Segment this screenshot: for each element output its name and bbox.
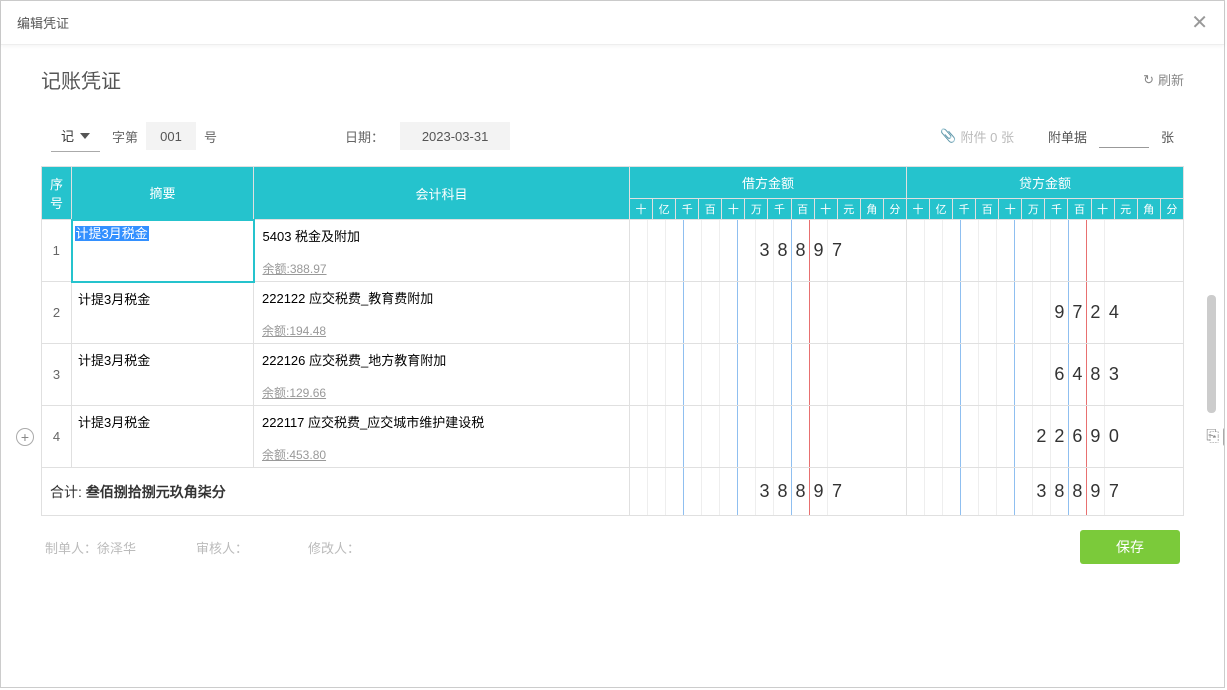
subject-cell[interactable]: 5403 税金及附加余额:388.97 xyxy=(254,220,630,282)
row-seq: 4+ xyxy=(42,406,72,468)
th-unit: 百 xyxy=(699,199,722,220)
dialog-title: 编辑凭证 xyxy=(17,13,69,32)
th-unit: 万 xyxy=(745,199,768,220)
date-input[interactable] xyxy=(400,122,510,150)
voucher-top-bar: 记 字第 号 日期： 📎 附件 0 张 附单据 张 xyxy=(41,120,1184,166)
th-unit: 百 xyxy=(976,199,999,220)
hao-label: 号 xyxy=(204,127,217,146)
th-unit: 十 xyxy=(999,199,1022,220)
delete-row-icon[interactable]: ✕ xyxy=(1223,428,1224,446)
voucher-type-dropdown[interactable]: 记 xyxy=(51,120,100,152)
voucher-row: 3计提3月税金222126 应交税费_地方教育附加余额:129.66 6483 xyxy=(42,344,1184,406)
th-unit: 元 xyxy=(837,199,860,220)
th-unit: 百 xyxy=(791,199,814,220)
debit-amount[interactable] xyxy=(630,406,907,468)
voucher-table: 序号 摘要 会计科目 借方金额 贷方金额 十亿千百十万千百十元角分十亿千百十万千… xyxy=(41,166,1184,516)
dialog-header: 编辑凭证 ✕ xyxy=(1,1,1224,45)
credit-amount[interactable]: 22690⎘✕ xyxy=(906,406,1183,468)
th-debit: 借方金额 xyxy=(630,167,907,199)
th-unit: 亿 xyxy=(930,199,953,220)
th-subject: 会计科目 xyxy=(254,167,630,220)
credit-amount[interactable] xyxy=(906,220,1183,282)
danju-label: 附单据 xyxy=(1048,127,1087,146)
copy-row-icon[interactable]: ⎘ xyxy=(1206,428,1219,446)
th-unit: 十 xyxy=(906,199,929,220)
th-unit: 十 xyxy=(1091,199,1114,220)
debit-amount[interactable] xyxy=(630,282,907,344)
subject-cell[interactable]: 222117 应交税费_应交城市维护建设税余额:453.80 xyxy=(254,406,630,468)
attachment-text: 附件 0 张 xyxy=(961,127,1014,146)
attachment-link[interactable]: 📎 附件 0 张 xyxy=(940,127,1014,146)
credit-amount[interactable]: 9724 xyxy=(906,282,1183,344)
voucher-type-label: 记 xyxy=(61,126,74,145)
total-credit: 38897 xyxy=(906,468,1183,516)
th-unit: 亿 xyxy=(653,199,676,220)
add-row-button[interactable]: + xyxy=(16,428,34,446)
total-label: 合计: 叁佰捌拾捌元玖角柒分 xyxy=(42,468,630,516)
th-unit: 百 xyxy=(1068,199,1091,220)
balance-link[interactable]: 余额:453.80 xyxy=(262,446,326,463)
th-unit: 十 xyxy=(722,199,745,220)
close-icon[interactable]: ✕ xyxy=(1191,10,1208,35)
credit-amount[interactable]: 6483 xyxy=(906,344,1183,406)
row-seq: 2 xyxy=(42,282,72,344)
th-summary: 摘要 xyxy=(72,167,254,220)
row-seq: 1 xyxy=(42,220,72,282)
th-unit: 千 xyxy=(676,199,699,220)
balance-link[interactable]: 余额:129.66 xyxy=(262,384,326,401)
th-unit: 角 xyxy=(1137,199,1160,220)
th-unit: 千 xyxy=(1045,199,1068,220)
summary-cell[interactable]: 计提3月税金 xyxy=(72,282,254,344)
th-unit: 千 xyxy=(953,199,976,220)
th-unit: 十 xyxy=(630,199,653,220)
auditor-label: 审核人： xyxy=(196,538,248,557)
th-unit: 分 xyxy=(1160,199,1183,220)
total-words: 叁佰捌拾捌元玖角柒分 xyxy=(86,484,226,500)
th-unit: 分 xyxy=(883,199,906,220)
balance-link[interactable]: 余额:194.48 xyxy=(262,322,326,339)
voucher-row: 1计提3月税金5403 税金及附加余额:388.9738897 xyxy=(42,220,1184,282)
row-actions: ⎘✕ xyxy=(1206,428,1224,446)
refresh-button[interactable]: ↻ 刷新 xyxy=(1143,70,1184,89)
balance-link[interactable]: 余额:388.97 xyxy=(263,260,327,277)
debit-amount[interactable]: 38897 xyxy=(630,220,907,282)
dialog-body: 记账凭证 ↻ 刷新 记 字第 号 日期： 📎 附件 0 张 附单据 张 xyxy=(1,45,1224,687)
th-unit: 角 xyxy=(860,199,883,220)
subject-cell[interactable]: 222126 应交税费_地方教育附加余额:129.66 xyxy=(254,344,630,406)
refresh-label: 刷新 xyxy=(1158,70,1184,89)
voucher-row: 2计提3月税金222122 应交税费_教育费附加余额:194.48 9724 xyxy=(42,282,1184,344)
total-debit: 38897 xyxy=(630,468,907,516)
summary-cell[interactable]: 计提3月税金 xyxy=(72,344,254,406)
th-unit: 千 xyxy=(768,199,791,220)
scrollbar[interactable] xyxy=(1207,295,1216,413)
date-label: 日期： xyxy=(345,127,384,146)
creator-label: 制单人：徐泽华 xyxy=(45,538,136,557)
th-unit: 元 xyxy=(1114,199,1137,220)
debit-amount[interactable] xyxy=(630,344,907,406)
summary-cell[interactable]: 计提3月税金 xyxy=(72,220,254,282)
refresh-icon: ↻ xyxy=(1143,72,1154,88)
subject-cell[interactable]: 222122 应交税费_教育费附加余额:194.48 xyxy=(254,282,630,344)
summary-cell[interactable]: 计提3月税金 xyxy=(72,406,254,468)
paperclip-icon: 📎 xyxy=(940,128,956,144)
voucher-footer: 制单人：徐泽华 审核人： 修改人： 保存 xyxy=(41,516,1184,578)
danju-count-input[interactable] xyxy=(1099,124,1149,148)
th-unit: 万 xyxy=(1022,199,1045,220)
body-header: 记账凭证 ↻ 刷新 xyxy=(41,65,1184,94)
zidi-label: 字第 xyxy=(112,127,138,146)
voucher-number-input[interactable] xyxy=(146,122,196,150)
save-button[interactable]: 保存 xyxy=(1080,530,1180,564)
edit-voucher-dialog: 编辑凭证 ✕ 记账凭证 ↻ 刷新 记 字第 号 日期： 📎 附件 0 张 xyxy=(0,0,1225,688)
caret-down-icon xyxy=(80,133,90,139)
voucher-title: 记账凭证 xyxy=(41,65,121,94)
th-unit: 十 xyxy=(814,199,837,220)
modifier-label: 修改人： xyxy=(308,538,360,557)
zhang-label: 张 xyxy=(1161,127,1174,146)
th-credit: 贷方金额 xyxy=(906,167,1183,199)
voucher-row: 4+计提3月税金222117 应交税费_应交城市维护建设税余额:453.80 22… xyxy=(42,406,1184,468)
th-seq: 序号 xyxy=(42,167,72,220)
row-seq: 3 xyxy=(42,344,72,406)
